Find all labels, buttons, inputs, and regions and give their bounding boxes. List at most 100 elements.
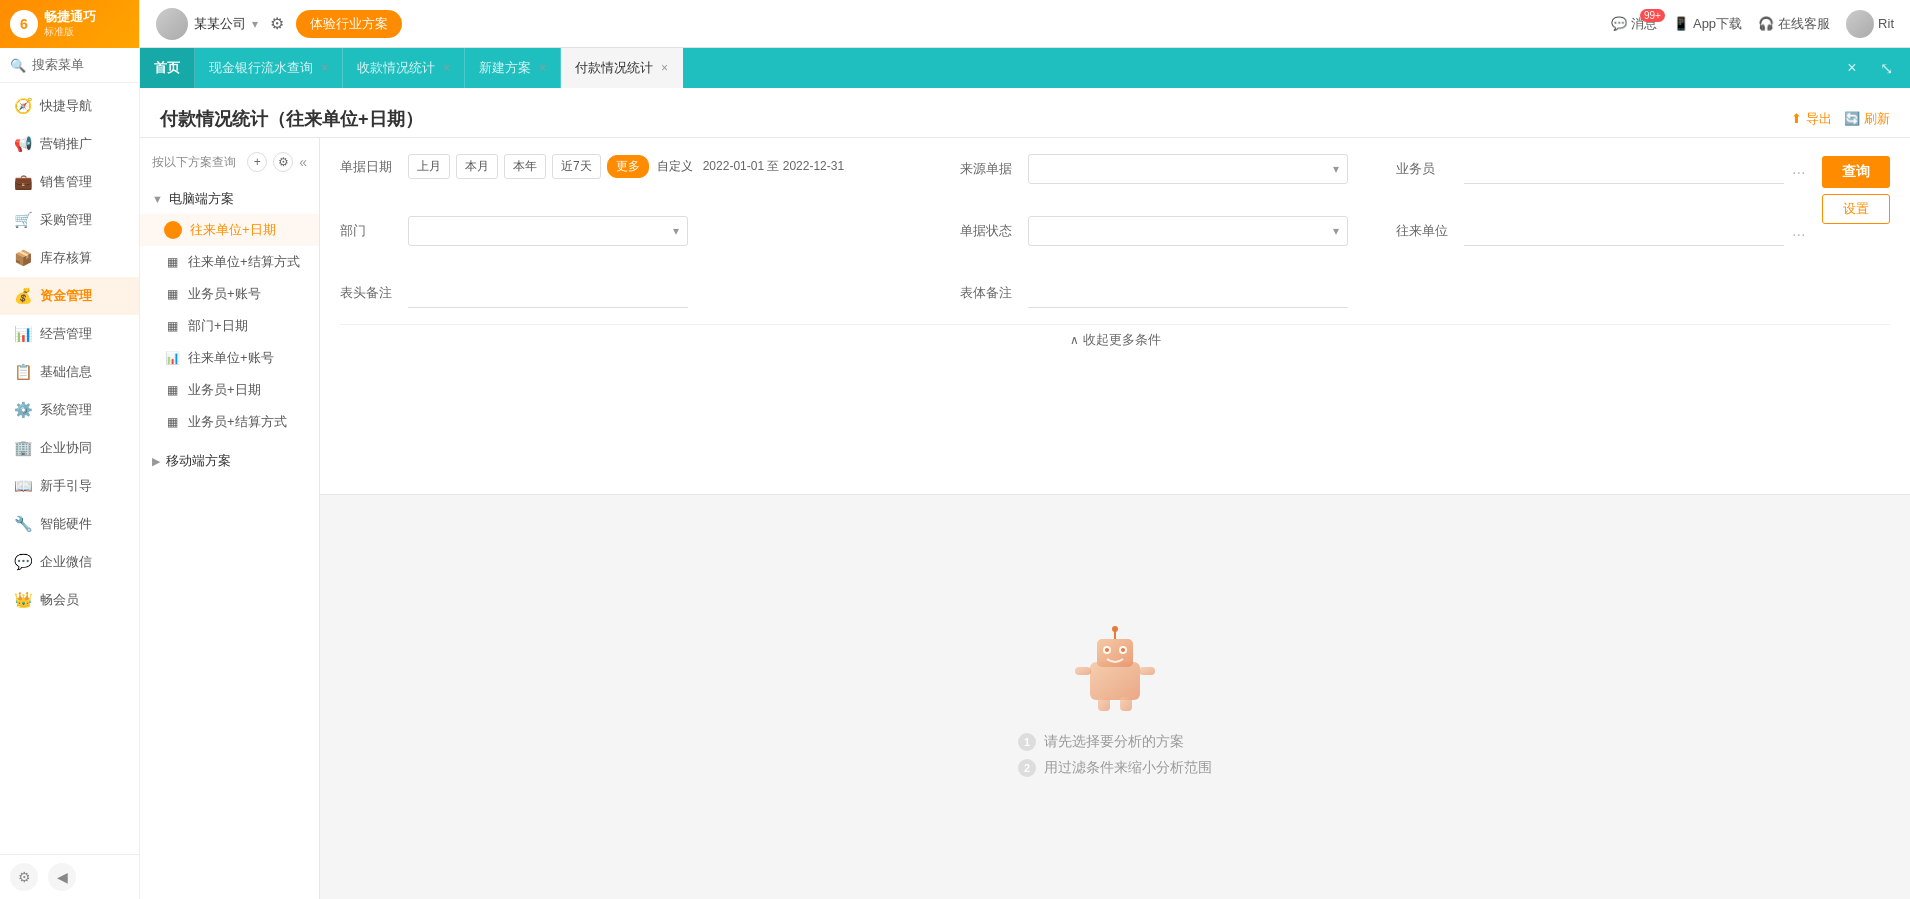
filter-settings-btn[interactable]: 设置: [1822, 194, 1890, 224]
sidebar-item-marketing[interactable]: 📢 营销推广: [0, 125, 139, 163]
tab-bank-flow-close[interactable]: ×: [321, 61, 328, 75]
export-btn[interactable]: ⬆ 导出: [1791, 110, 1832, 128]
sidebar-item-basic-info[interactable]: 📋 基础信息: [0, 353, 139, 391]
main-empty-content: 1 请先选择要分析的方案 2 用过滤条件来缩小分析范围: [320, 495, 1910, 899]
sidebar-item-hardware[interactable]: 🔧 智能硬件: [0, 505, 139, 543]
date-filter-label: 单据日期: [340, 158, 400, 176]
scheme-item-salesperson-date[interactable]: ▦ 业务员+日期: [140, 374, 319, 406]
partner-input[interactable]: [1464, 216, 1784, 246]
tab-maximize-btn[interactable]: ⤡: [1872, 54, 1900, 82]
user-display-name: Rit: [1878, 16, 1894, 31]
scheme-item-dept-date[interactable]: ▦ 部门+日期: [140, 310, 319, 342]
topbar-settings-icon[interactable]: ⚙: [270, 14, 284, 33]
date-btn-last-month[interactable]: 上月: [408, 154, 450, 179]
scheme-group-mobile-header[interactable]: ▶ 移动端方案: [140, 446, 319, 476]
scheme-group-desktop-label: 电脑端方案: [169, 190, 234, 208]
sidebar-subtitle: 标准版: [44, 25, 96, 39]
nav-label-enterprise: 企业协同: [40, 439, 92, 457]
header-note-input[interactable]: [408, 278, 688, 308]
sidebar-title: 畅捷通巧: [44, 9, 96, 25]
refresh-icon: 🔄: [1844, 111, 1860, 126]
source-select-arrow: ▾: [1333, 162, 1339, 176]
scheme-item-salesperson-settlement[interactable]: ▦ 业务员+结算方式: [140, 406, 319, 438]
sidebar-search[interactable]: 🔍 搜索菜单: [0, 48, 139, 83]
scheme-item-partner-date[interactable]: 往来单位+日期: [140, 214, 319, 246]
nav-icon-marketing: 📢: [14, 135, 32, 153]
scheme-item-salesperson-account[interactable]: ▦ 业务员+账号: [140, 278, 319, 310]
phone-icon: 📱: [1673, 16, 1689, 31]
sidebar-item-enterprise[interactable]: 🏢 企业协同: [0, 429, 139, 467]
scheme-group-arrow: ▼: [152, 193, 163, 205]
scheme-settings-icon[interactable]: ⚙: [273, 152, 293, 172]
right-panel: 单据日期 上月 本月 本年 近7天 更多 自定义 2022-01-01 至 20…: [320, 138, 1910, 899]
topbar-company: 某某公司 ▾: [156, 8, 258, 40]
sidebar-item-operations[interactable]: 📊 经营管理: [0, 315, 139, 353]
body-note-input[interactable]: [1028, 278, 1348, 308]
filter-group-salesperson: 业务员 ...: [1396, 154, 1812, 184]
tab-home[interactable]: 首页: [140, 48, 195, 88]
partner-dots[interactable]: ...: [1792, 222, 1805, 240]
tab-receipt-stats[interactable]: 收款情况统计 ×: [343, 48, 465, 88]
scheme-item-partner-account[interactable]: 📊 往来单位+账号: [140, 342, 319, 374]
nav-icon-finance: 💰: [14, 287, 32, 305]
online-service-btn[interactable]: 🎧 在线客服: [1758, 15, 1830, 33]
date-btn-7days[interactable]: 近7天: [552, 154, 601, 179]
scheme-item-circle-icon: [164, 221, 182, 239]
filter-group-body-note: 表体备注: [960, 278, 1376, 308]
table-icon-3: ▦: [164, 318, 180, 334]
nav-label-member: 畅会员: [40, 591, 79, 609]
sidebar-item-system[interactable]: ⚙️ 系统管理: [0, 391, 139, 429]
scheme-group-desktop-header[interactable]: ▼ 电脑端方案: [140, 184, 319, 214]
tab-payment-stats[interactable]: 付款情况统计 ×: [561, 48, 683, 88]
sidebar-item-wechat[interactable]: 💬 企业微信: [0, 543, 139, 581]
sidebar-item-member[interactable]: 👑 畅会员: [0, 581, 139, 619]
query-btn[interactable]: 查询: [1822, 156, 1890, 188]
sidebar-item-quick-nav[interactable]: 🧭 快捷导航: [0, 87, 139, 125]
dept-filter-label: 部门: [340, 222, 400, 240]
dept-select[interactable]: ▾: [408, 216, 688, 246]
scheme-item-salesperson-date-label: 业务员+日期: [188, 381, 261, 399]
sidebar-item-guide[interactable]: 📖 新手引导: [0, 467, 139, 505]
scheme-add-icon[interactable]: +: [247, 152, 267, 172]
tab-new-scheme[interactable]: 新建方案 ×: [465, 48, 561, 88]
logo-icon: 6: [10, 10, 38, 38]
salesperson-dots[interactable]: ...: [1792, 160, 1805, 178]
scheme-panel-label: 按以下方案查询: [152, 154, 236, 171]
tip-num-1: 1: [1018, 733, 1036, 751]
messages-badge: 99+: [1640, 9, 1665, 22]
date-btn-this-year[interactable]: 本年: [504, 154, 546, 179]
nav-label-wechat: 企业微信: [40, 553, 92, 571]
sidebar-item-finance[interactable]: 💰 资金管理: [0, 277, 139, 315]
filter-group-partner: 往来单位 ...: [1396, 216, 1812, 246]
tab-bank-flow[interactable]: 现金银行流水查询 ×: [195, 48, 343, 88]
nav-icon-purchase: 🛒: [14, 211, 32, 229]
app-download-btn[interactable]: 📱 App下载: [1673, 15, 1742, 33]
scheme-item-partner-settlement[interactable]: ▦ 往来单位+结算方式: [140, 246, 319, 278]
tab-receipt-stats-close[interactable]: ×: [443, 61, 450, 75]
scheme-group-mobile-label: 移动端方案: [166, 452, 231, 470]
trial-btn[interactable]: 体验行业方案: [296, 10, 402, 38]
sidebar-item-inventory[interactable]: 📦 库存核算: [0, 239, 139, 277]
sidebar-item-purchase[interactable]: 🛒 采购管理: [0, 201, 139, 239]
collapse-more-btn[interactable]: ∧ 收起更多条件: [340, 324, 1890, 355]
user-avatar-btn[interactable]: Rit: [1846, 10, 1894, 38]
date-btn-this-month[interactable]: 本月: [456, 154, 498, 179]
messages-btn[interactable]: 💬 消息 99+: [1611, 15, 1657, 33]
company-dropdown-icon[interactable]: ▾: [252, 17, 258, 31]
scheme-panel-actions: + ⚙ «: [247, 152, 307, 172]
source-select[interactable]: ▾: [1028, 154, 1348, 184]
tab-close-window-btn[interactable]: ×: [1838, 54, 1866, 82]
scheme-group-mobile-arrow: ▶: [152, 455, 160, 468]
tab-new-scheme-close[interactable]: ×: [539, 61, 546, 75]
sidebar-brand: 畅捷通巧 标准版: [44, 9, 96, 39]
settings-footer-icon[interactable]: ⚙: [10, 863, 38, 891]
svg-point-4: [1105, 648, 1109, 652]
date-btn-more[interactable]: 更多: [607, 155, 649, 178]
scheme-collapse-icon[interactable]: «: [299, 154, 307, 170]
sidebar-item-sales[interactable]: 💼 销售管理: [0, 163, 139, 201]
status-select[interactable]: ▾: [1028, 216, 1348, 246]
tab-payment-stats-close[interactable]: ×: [661, 61, 668, 75]
salesperson-input[interactable]: [1464, 154, 1784, 184]
collapse-sidebar-icon[interactable]: ◀: [48, 863, 76, 891]
refresh-btn[interactable]: 🔄 刷新: [1844, 110, 1890, 128]
